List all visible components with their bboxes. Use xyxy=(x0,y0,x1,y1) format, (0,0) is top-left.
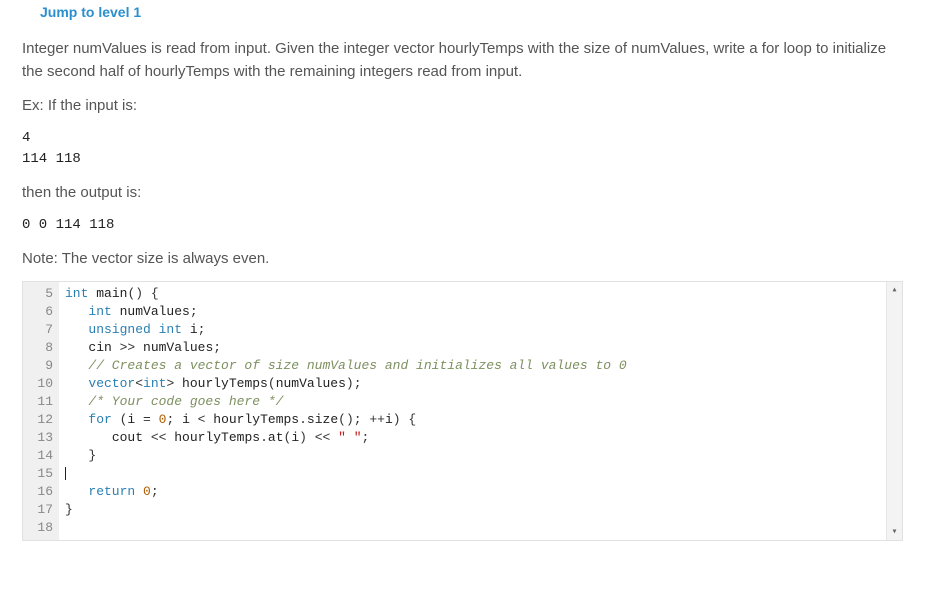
jump-to-level-link[interactable]: Jump to level 1 xyxy=(40,4,141,20)
line-number: 9 xyxy=(23,357,53,375)
problem-note: Note: The vector size is always even. xyxy=(22,250,903,267)
line-number: 11 xyxy=(23,393,53,411)
line-number: 14 xyxy=(23,447,53,465)
code-line[interactable] xyxy=(65,465,896,483)
scroll-up-icon[interactable]: ▴ xyxy=(887,282,902,298)
line-number: 10 xyxy=(23,375,53,393)
line-number-gutter: 56789101112131415161718192021 xyxy=(23,282,59,541)
example-input-block: 4 114 118 xyxy=(22,128,903,170)
line-number: 18 xyxy=(23,519,53,537)
vertical-scrollbar[interactable]: ▴ ▾ xyxy=(886,282,902,540)
line-number: 17 xyxy=(23,501,53,519)
line-number: 12 xyxy=(23,411,53,429)
line-number: 7 xyxy=(23,321,53,339)
example-input-label: Ex: If the input is: xyxy=(22,97,903,114)
code-line[interactable]: for (i = 0; i < hourlyTemps.size(); ++i)… xyxy=(65,411,896,429)
code-line[interactable]: cin >> numValues; xyxy=(65,339,896,357)
line-number: 15 xyxy=(23,465,53,483)
code-line[interactable]: } xyxy=(65,447,896,465)
line-number: 16 xyxy=(23,483,53,501)
code-editor-container: 56789101112131415161718192021 int main()… xyxy=(22,281,903,541)
line-number: 8 xyxy=(23,339,53,357)
code-line[interactable]: int main() { xyxy=(65,285,896,303)
code-line[interactable]: vector<int> hourlyTemps(numValues); xyxy=(65,375,896,393)
text-cursor xyxy=(65,467,66,480)
line-number: 5 xyxy=(23,285,53,303)
code-line[interactable]: return 0; xyxy=(65,483,896,501)
line-number: 13 xyxy=(23,429,53,447)
code-line[interactable]: unsigned int i; xyxy=(65,321,896,339)
code-line[interactable]: int numValues; xyxy=(65,303,896,321)
code-line[interactable]: // Creates a vector of size numValues an… xyxy=(65,357,896,375)
code-line[interactable]: /* Your code goes here */ xyxy=(65,393,896,411)
code-line[interactable]: } xyxy=(65,501,896,519)
code-line[interactable]: cout << hourlyTemps.at(i) << " "; xyxy=(65,429,896,447)
line-number: 6 xyxy=(23,303,53,321)
scroll-down-icon[interactable]: ▾ xyxy=(887,524,902,540)
example-output-label: then the output is: xyxy=(22,184,903,201)
problem-statement: Integer numValues is read from input. Gi… xyxy=(22,38,903,83)
code-lines[interactable]: int main() { int numValues; unsigned int… xyxy=(59,282,902,541)
code-editor[interactable]: 56789101112131415161718192021 int main()… xyxy=(22,281,903,541)
example-output-block: 0 0 114 118 xyxy=(22,215,903,236)
line-number: 19 xyxy=(23,537,53,541)
